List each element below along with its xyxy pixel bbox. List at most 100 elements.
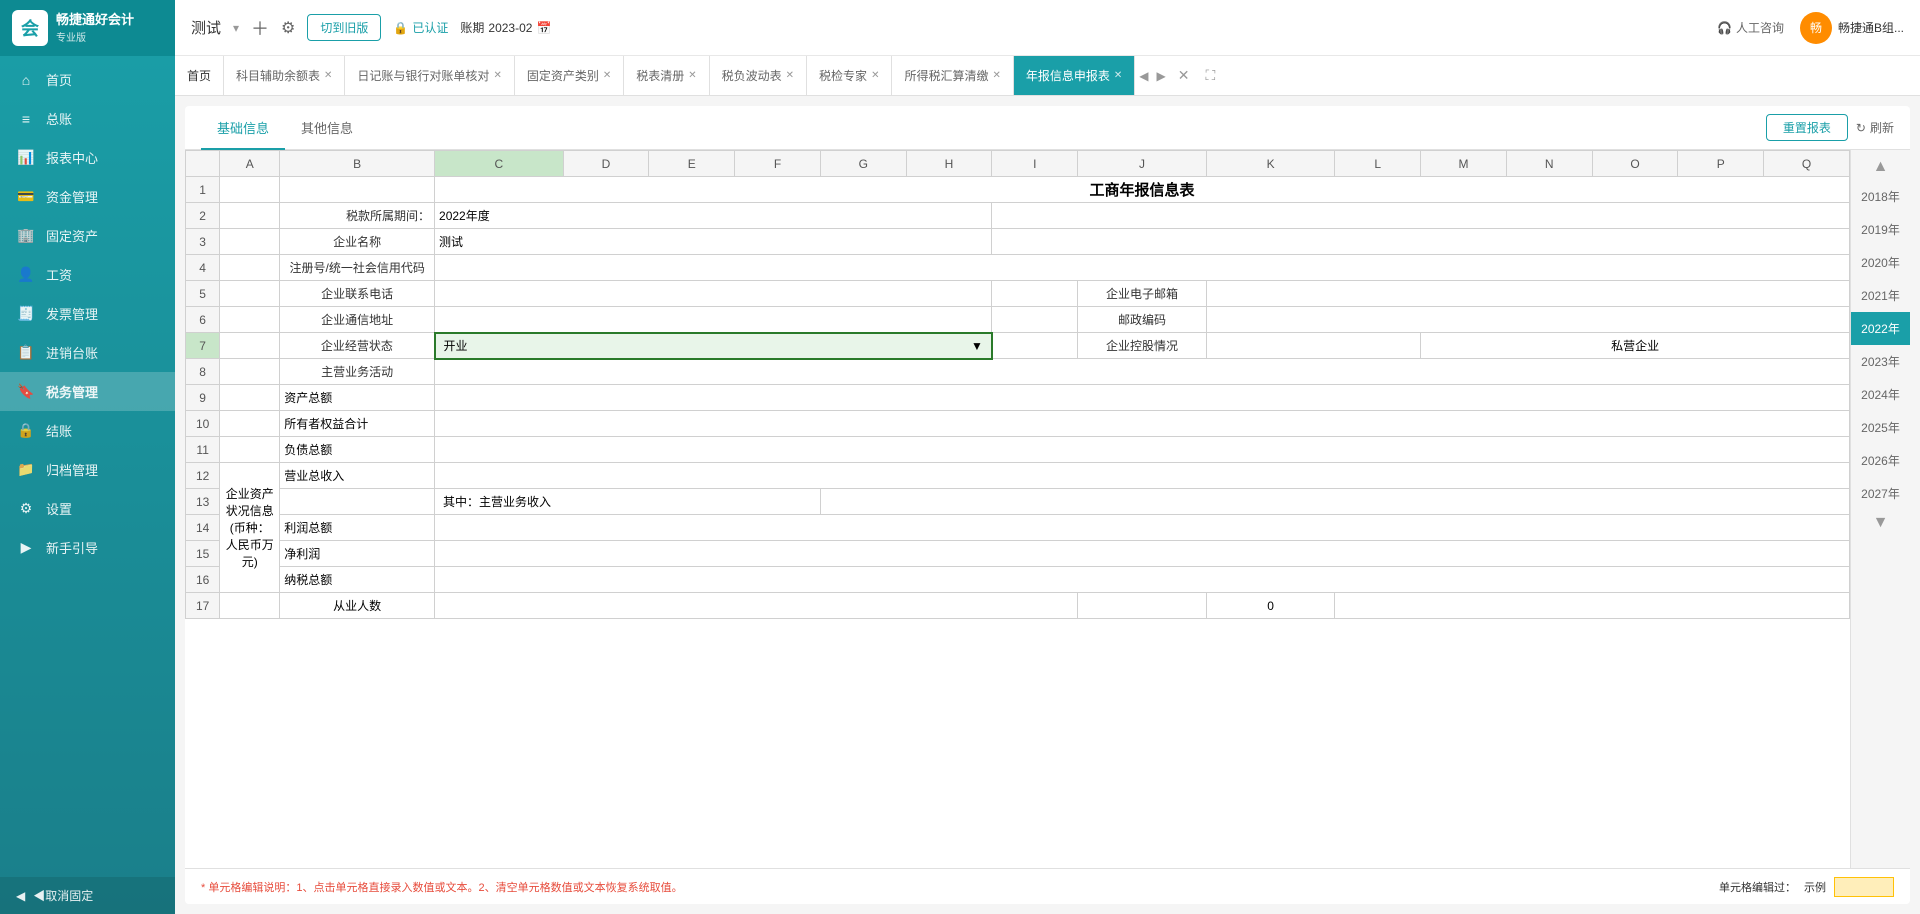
tab-close-icon[interactable]: ✕	[1114, 70, 1122, 81]
year-2018[interactable]: 2018年	[1851, 180, 1910, 213]
col-header-m[interactable]: M	[1421, 151, 1507, 177]
col-header-l[interactable]: L	[1335, 151, 1421, 177]
sidebar-item-payroll[interactable]: 👤 工资	[0, 255, 175, 294]
year-2022[interactable]: 2022年	[1851, 312, 1910, 345]
tab-close-icon[interactable]: ✕	[992, 70, 1000, 81]
cell-a4[interactable]	[220, 255, 280, 281]
topbar-dropdown-icon[interactable]: ▾	[233, 21, 239, 35]
sub-tab-other[interactable]: 其他信息	[285, 106, 369, 150]
col-header-j[interactable]: J	[1078, 151, 1207, 177]
col-header-q[interactable]: Q	[1764, 151, 1850, 177]
sidebar-item-guide[interactable]: ▶ 新手引导	[0, 528, 175, 567]
cell-b15[interactable]: 净利润	[280, 541, 435, 567]
col-header-o[interactable]: O	[1592, 151, 1678, 177]
cell-c7-selected[interactable]: 开业 ▼	[435, 333, 992, 359]
col-header-h[interactable]: H	[906, 151, 992, 177]
tab-auxiliary[interactable]: 科目辅助余额表 ✕	[224, 56, 345, 95]
tab-close-all-button[interactable]: ✕	[1170, 56, 1198, 95]
cell-b8[interactable]: 主营业务活动	[280, 359, 435, 385]
cell-i17[interactable]	[1078, 593, 1207, 619]
cell-b12[interactable]: 营业总收入	[280, 463, 435, 489]
cell-b5[interactable]: 企业联系电话	[280, 281, 435, 307]
support-button[interactable]: 🎧 人工咨询	[1717, 19, 1784, 36]
cell-b7[interactable]: 企业经营状态	[280, 333, 435, 359]
tab-close-icon[interactable]: ✕	[786, 70, 794, 81]
sidebar-item-settings[interactable]: ⚙ 设置	[0, 489, 175, 528]
year-2020[interactable]: 2020年	[1851, 246, 1910, 279]
year-2025[interactable]: 2025年	[1851, 411, 1910, 444]
col-header-p[interactable]: P	[1678, 151, 1764, 177]
switch-version-button[interactable]: 切到旧版	[307, 14, 381, 41]
calendar-icon[interactable]: 📅	[536, 21, 551, 35]
col-header-e[interactable]: E	[649, 151, 735, 177]
cell-b14[interactable]: 利润总额	[280, 515, 435, 541]
cell-c14[interactable]	[435, 515, 1850, 541]
year-2024[interactable]: 2024年	[1851, 378, 1910, 411]
sidebar-item-close[interactable]: 🔒 结账	[0, 411, 175, 450]
cell-c13[interactable]: 其中：主营业务收入	[435, 489, 821, 515]
cell-b13[interactable]	[280, 489, 435, 515]
col-header-i[interactable]: I	[992, 151, 1078, 177]
sidebar-item-reports[interactable]: 📊 报表中心	[0, 138, 175, 177]
cell-a7[interactable]	[220, 333, 280, 359]
cell-k7[interactable]	[1206, 333, 1420, 359]
col-header-a[interactable]: A	[220, 151, 280, 177]
cell-a1[interactable]	[220, 177, 280, 203]
reset-button[interactable]: 重置报表	[1766, 114, 1848, 141]
cell-b10[interactable]: 所有者权益合计	[280, 411, 435, 437]
cell-a8[interactable]	[220, 359, 280, 385]
cell-c3[interactable]: 测试	[435, 229, 992, 255]
sidebar-item-tax[interactable]: 🔖 税务管理	[0, 372, 175, 411]
year-2023[interactable]: 2023年	[1851, 345, 1910, 378]
cell-title[interactable]: 工商年报信息表	[435, 177, 1850, 203]
cell-a12-merged[interactable]: 企业资产状况信息(币种：人民币万元)	[220, 463, 280, 593]
sidebar-item-ledger[interactable]: ≡ 总账	[0, 99, 175, 138]
col-header-d[interactable]: D	[563, 151, 649, 177]
cell-a17[interactable]	[220, 593, 280, 619]
cell-c11[interactable]	[435, 437, 1850, 463]
cell-i5[interactable]	[992, 281, 1078, 307]
cell-c4[interactable]	[435, 255, 1850, 281]
col-header-k[interactable]: K	[1206, 151, 1335, 177]
tab-close-icon[interactable]: ✕	[603, 70, 611, 81]
cell-a9[interactable]	[220, 385, 280, 411]
cell-b4[interactable]: 注册号/统一社会信用代码	[280, 255, 435, 281]
tab-next-button[interactable]: ▶	[1153, 56, 1170, 95]
cell-c5[interactable]	[435, 281, 992, 307]
cell-n7[interactable]: 私营企业	[1421, 333, 1850, 359]
col-header-n[interactable]: N	[1506, 151, 1592, 177]
tab-tax-list[interactable]: 税表清册 ✕	[624, 56, 709, 95]
cell-c10[interactable]	[435, 411, 1850, 437]
tab-tax-wave[interactable]: 税负波动表 ✕	[710, 56, 807, 95]
tab-close-icon[interactable]: ✕	[688, 70, 696, 81]
sidebar-item-archive[interactable]: 📁 归档管理	[0, 450, 175, 489]
cell-g13[interactable]	[820, 489, 1849, 515]
tab-journal[interactable]: 日记账与银行对账单核对 ✕	[345, 56, 514, 95]
col-header-f[interactable]: F	[735, 151, 821, 177]
sidebar-item-invoice[interactable]: 🧾 发票管理	[0, 294, 175, 333]
cell-i7[interactable]	[992, 333, 1078, 359]
tab-close-icon[interactable]: ✕	[324, 70, 332, 81]
cell-j2[interactable]	[992, 203, 1850, 229]
cell-j6[interactable]: 邮政编码	[1078, 307, 1207, 333]
sidebar-item-assets[interactable]: 🏢 固定资产	[0, 216, 175, 255]
cell-a5[interactable]	[220, 281, 280, 307]
cell-a2[interactable]	[220, 203, 280, 229]
dropdown-arrow-icon[interactable]: ▼	[971, 339, 983, 353]
cell-i6[interactable]	[992, 307, 1078, 333]
cell-a11[interactable]	[220, 437, 280, 463]
refresh-button[interactable]: ↻ 刷新	[1856, 114, 1894, 141]
sidebar-item-funds[interactable]: 💳 资金管理	[0, 177, 175, 216]
cell-b9[interactable]: 资产总额	[280, 385, 435, 411]
sub-tab-basic[interactable]: 基础信息	[201, 106, 285, 150]
sidebar-item-purchase[interactable]: 📋 进销台账	[0, 333, 175, 372]
spreadsheet-scroll[interactable]: A B C D E F G H I J K L	[185, 150, 1850, 868]
cell-j17[interactable]: 0	[1206, 593, 1335, 619]
cell-c9[interactable]	[435, 385, 1850, 411]
year-2027[interactable]: 2027年	[1851, 477, 1910, 510]
year-2019[interactable]: 2019年	[1851, 213, 1910, 246]
cell-k17[interactable]	[1335, 593, 1850, 619]
tab-close-icon[interactable]: ✕	[871, 70, 879, 81]
cell-c17[interactable]	[435, 593, 1078, 619]
year-scroll-up[interactable]: ▲	[1869, 154, 1893, 180]
